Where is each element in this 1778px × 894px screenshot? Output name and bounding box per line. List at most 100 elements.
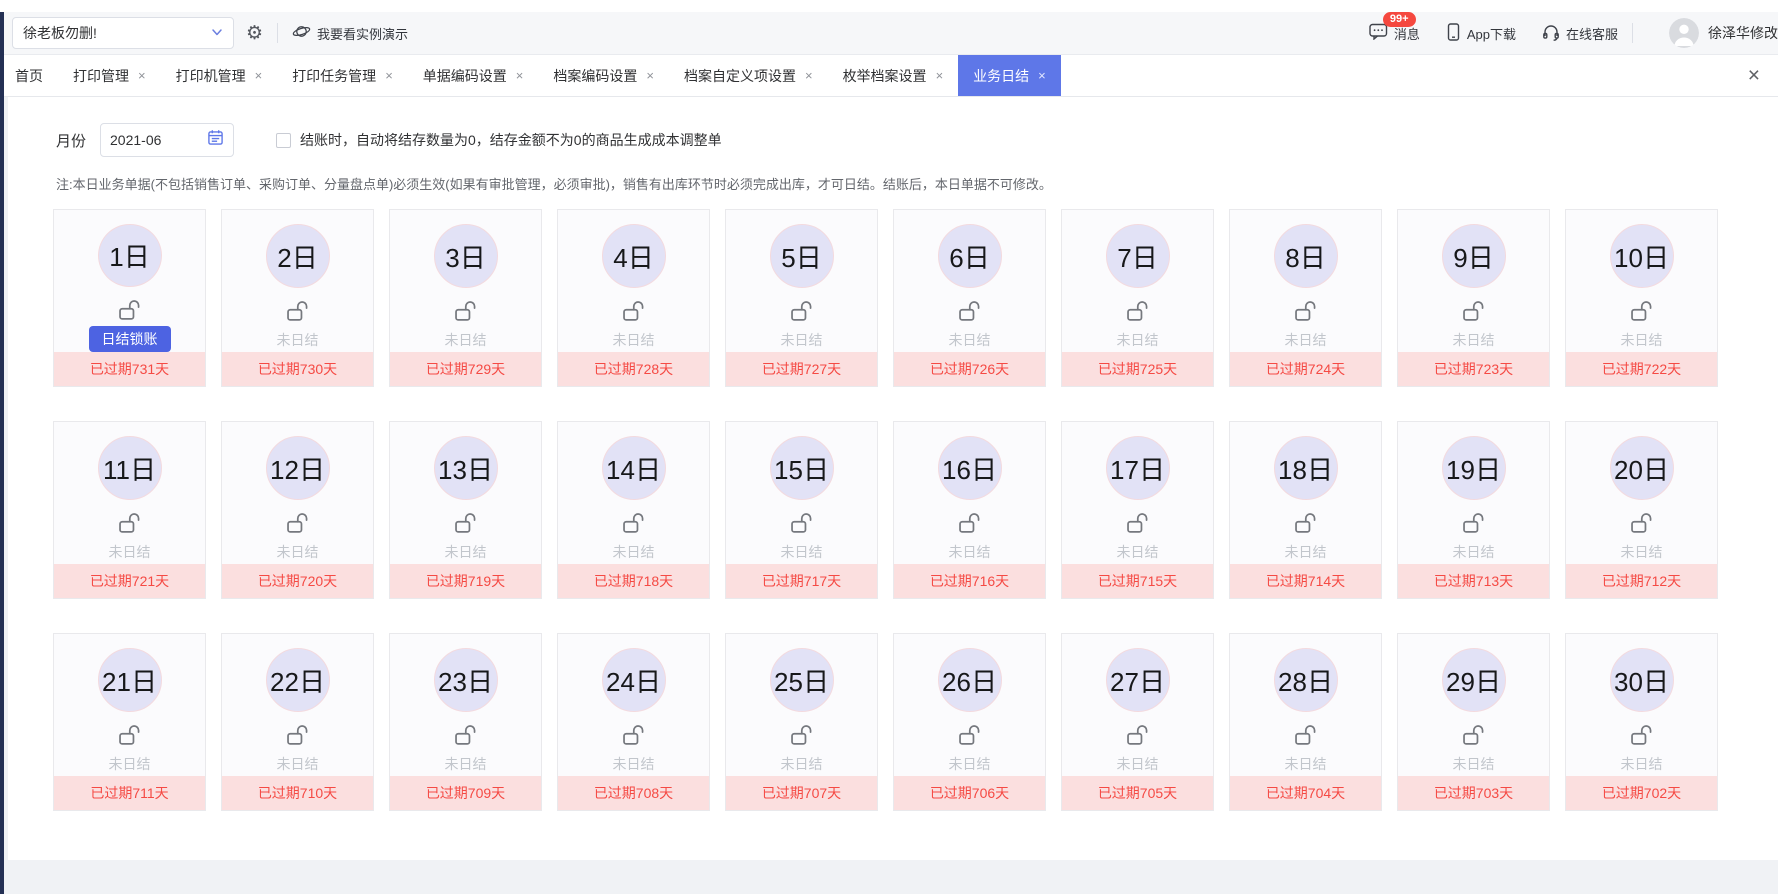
day-number: 3日: [433, 224, 498, 288]
day-card-12[interactable]: 12日 未日结 已过期720天: [221, 421, 374, 599]
messages-button[interactable]: 99+ 消息: [1369, 12, 1420, 43]
day-card-1[interactable]: 1日 日结锁账 已过期731天: [53, 209, 206, 387]
unlock-icon: [1125, 511, 1151, 535]
day-card-13[interactable]: 13日 未日结 已过期719天: [389, 421, 542, 599]
tab-archive-code-settings[interactable]: 档案编码设置 ×: [538, 55, 669, 96]
day-number: 16日: [937, 436, 1002, 500]
day-status: 未日结: [1620, 332, 1663, 348]
unlock-icon: [789, 299, 815, 323]
tab-label: 单据编码设置: [422, 67, 507, 84]
tab-bar: 首页 打印管理 × 打印机管理 × 打印任务管理 × 单据编码设置 × 档案编码设置 × 档案自定义项…: [0, 55, 1778, 97]
unlock-icon: [1293, 723, 1319, 747]
day-card-7[interactable]: 7日 未日结 已过期725天: [1061, 209, 1214, 387]
online-service-button[interactable]: 在线客服: [1542, 23, 1618, 44]
day-card-11[interactable]: 11日 未日结 已过期721天: [53, 421, 206, 599]
month-picker[interactable]: [100, 123, 235, 157]
demo-link-label: 我要看实例演示: [317, 26, 409, 42]
collapsed-sidebar-strip[interactable]: [0, 12, 4, 894]
day-card-20[interactable]: 20日 未日结 已过期712天: [1565, 421, 1718, 599]
day-card-15[interactable]: 15日 未日结 已过期717天: [725, 421, 878, 599]
day-card-10[interactable]: 10日 未日结 已过期722天: [1565, 209, 1718, 387]
month-input[interactable]: [110, 132, 208, 148]
tab-label: 枚举档案设置: [842, 67, 927, 84]
day-card-21[interactable]: 21日 未日结 已过期711天: [53, 633, 206, 811]
calendar-icon[interactable]: [207, 129, 224, 151]
tab-close-icon[interactable]: ×: [255, 68, 263, 83]
day-number: 8日: [1273, 224, 1338, 288]
tab-enum-archive-settings[interactable]: 枚举档案设置 ×: [828, 55, 959, 96]
expired-badge: 已过期717天: [726, 564, 877, 598]
auto-adjust-checkbox[interactable]: [276, 132, 292, 148]
tab-close-icon[interactable]: ×: [1038, 68, 1046, 83]
day-card-28[interactable]: 28日 未日结 已过期704天: [1229, 633, 1382, 811]
day-card-6[interactable]: 6日 未日结 已过期726天: [893, 209, 1046, 387]
day-card-19[interactable]: 19日 未日结 已过期713天: [1397, 421, 1550, 599]
tab-close-icon[interactable]: ×: [516, 68, 524, 83]
day-number: 10日: [1609, 224, 1674, 288]
day-number: 25日: [769, 648, 834, 712]
gear-icon[interactable]: ⚙: [246, 24, 263, 43]
day-card-30[interactable]: 30日 未日结 已过期702天: [1565, 633, 1718, 811]
expired-badge: 已过期704天: [1230, 776, 1381, 810]
divider: [1632, 23, 1633, 43]
expired-badge: 已过期703天: [1398, 776, 1549, 810]
tab-close-icon[interactable]: ×: [646, 68, 654, 83]
online-service-label: 在线客服: [1565, 26, 1618, 42]
day-card-25[interactable]: 25日 未日结 已过期707天: [725, 633, 878, 811]
expired-badge: 已过期729天: [390, 352, 541, 386]
day-number: 14日: [601, 436, 666, 500]
day-card-29[interactable]: 29日 未日结 已过期703天: [1397, 633, 1550, 811]
day-card-5[interactable]: 5日 未日结 已过期727天: [725, 209, 878, 387]
tab-print-task-management[interactable]: 打印任务管理 ×: [277, 55, 408, 96]
tab-close-icon[interactable]: ×: [936, 68, 944, 83]
day-card-17[interactable]: 17日 未日结 已过期715天: [1061, 421, 1214, 599]
tab-business-daily-close[interactable]: 业务日结 ×: [958, 55, 1061, 96]
company-select[interactable]: 徐老板勿删!: [12, 17, 234, 49]
day-card-4[interactable]: 4日 未日结 已过期728天: [557, 209, 710, 387]
unlock-icon: [957, 511, 983, 535]
day-status: 未日结: [444, 332, 487, 348]
tab-archive-custom-field-settings[interactable]: 档案自定义项设置 ×: [669, 55, 828, 96]
auto-adjust-checkbox-label[interactable]: 结账时，自动将结存数量为0，结存金额不为0的商品生成成本调整单: [300, 130, 722, 150]
day-number: 18日: [1273, 436, 1338, 500]
unlock-icon: [117, 723, 143, 747]
unlock-icon: [789, 723, 815, 747]
demo-link[interactable]: 我要看实例演示: [292, 23, 408, 43]
expired-badge: 已过期721天: [54, 564, 205, 598]
tab-close-icon[interactable]: ×: [138, 68, 146, 83]
close-all-tabs-button[interactable]: ×: [1730, 65, 1778, 86]
day-card-26[interactable]: 26日 未日结 已过期706天: [893, 633, 1046, 811]
company-select-value: 徐老板勿删!: [23, 25, 97, 41]
toolbar-row: 月份 结账时，自动将结存数量为0，结存金额不为0的商品生成成本调整单: [8, 97, 1778, 157]
tab-doc-code-settings[interactable]: 单据编码设置 ×: [408, 55, 539, 96]
day-status: 未日结: [1620, 756, 1663, 772]
day-card-22[interactable]: 22日 未日结 已过期710天: [221, 633, 374, 811]
day-card-24[interactable]: 24日 未日结 已过期708天: [557, 633, 710, 811]
day-status: 未日结: [276, 332, 319, 348]
day-number: 9日: [1441, 224, 1506, 288]
day-card-16[interactable]: 16日 未日结 已过期716天: [893, 421, 1046, 599]
app-download-button[interactable]: App下载: [1446, 22, 1516, 44]
tab-close-icon[interactable]: ×: [385, 68, 393, 83]
tab-close-icon[interactable]: ×: [805, 68, 813, 83]
daily-close-lock-button[interactable]: 日结锁账: [88, 326, 171, 353]
tab-printer-management[interactable]: 打印机管理 ×: [161, 55, 278, 96]
expired-badge: 已过期727天: [726, 352, 877, 386]
tab-print-management[interactable]: 打印管理 ×: [58, 55, 161, 96]
day-status: 未日结: [948, 332, 991, 348]
day-card-9[interactable]: 9日 未日结 已过期723天: [1397, 209, 1550, 387]
day-card-2[interactable]: 2日 未日结 已过期730天: [221, 209, 374, 387]
user-menu[interactable]: 徐泽华修改: [1669, 18, 1778, 48]
day-card-14[interactable]: 14日 未日结 已过期718天: [557, 421, 710, 599]
day-number: 21日: [97, 648, 162, 712]
day-card-27[interactable]: 27日 未日结 已过期705天: [1061, 633, 1214, 811]
tab-home[interactable]: 首页: [0, 55, 58, 96]
day-card-8[interactable]: 8日 未日结 已过期724天: [1229, 209, 1382, 387]
day-card-23[interactable]: 23日 未日结 已过期709天: [389, 633, 542, 811]
day-status: 未日结: [1284, 756, 1327, 772]
day-card-18[interactable]: 18日 未日结 已过期714天: [1229, 421, 1382, 599]
day-number: 19日: [1441, 436, 1506, 500]
day-status: 未日结: [948, 544, 991, 560]
day-card-3[interactable]: 3日 未日结 已过期729天: [389, 209, 542, 387]
expired-badge: 已过期709天: [390, 776, 541, 810]
